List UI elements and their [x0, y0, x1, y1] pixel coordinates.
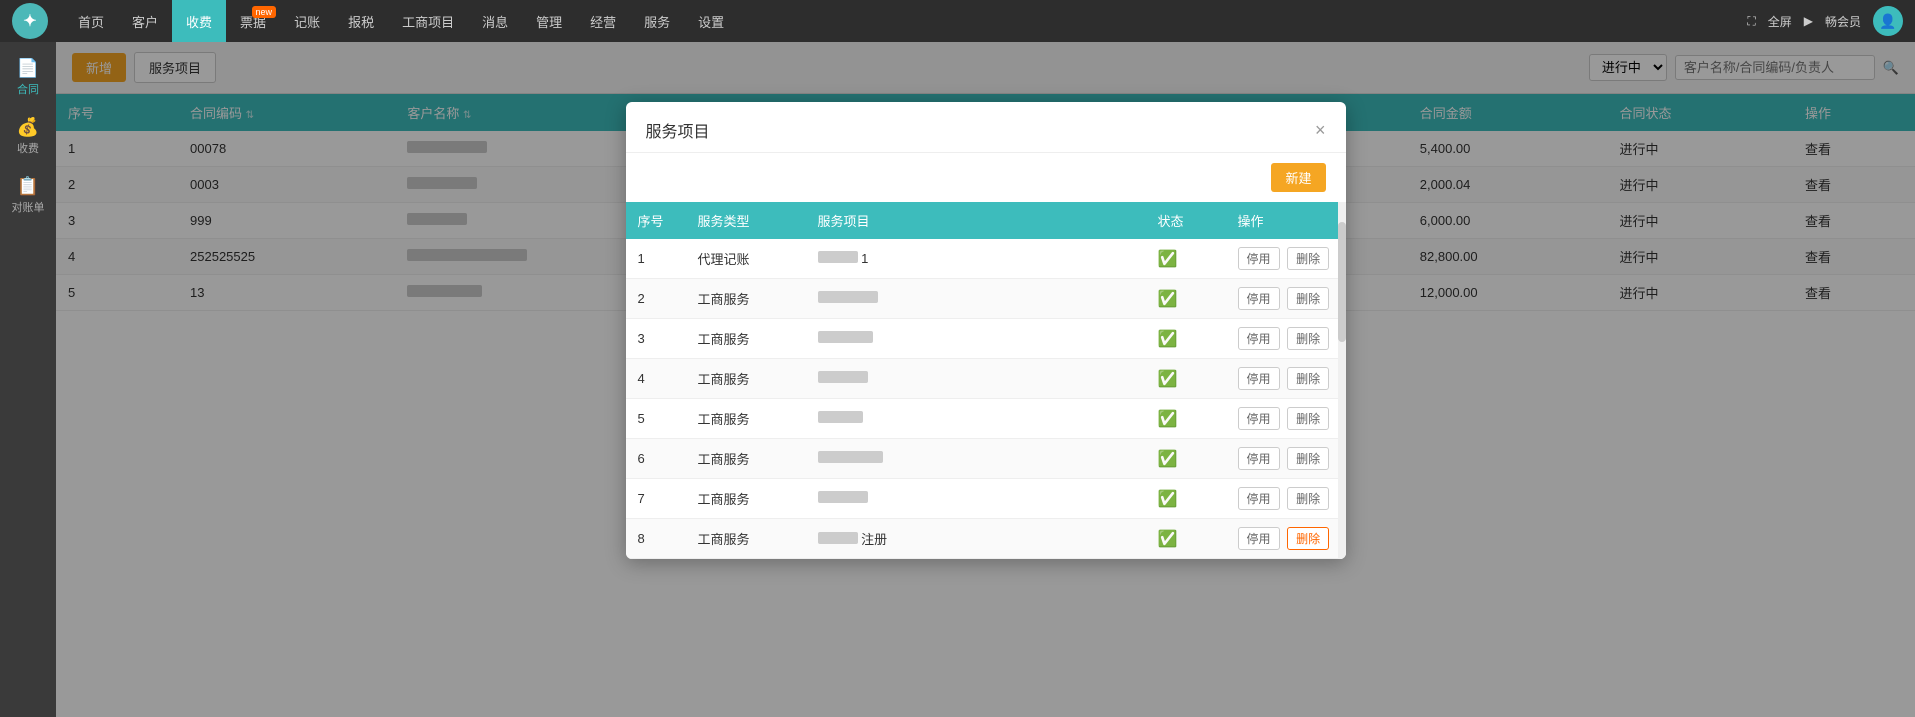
- status-check-icon: ✅: [1158, 291, 1178, 308]
- stop-button[interactable]: 停用: [1238, 527, 1280, 550]
- stop-button[interactable]: 停用: [1238, 287, 1280, 310]
- statement-icon: 📋: [17, 176, 39, 197]
- sidebar: 📄 合同 💰 收费 📋 对账单: [0, 42, 56, 717]
- delete-button[interactable]: 删除: [1287, 327, 1329, 350]
- nav-customer[interactable]: 客户: [118, 0, 172, 42]
- service-table: 序号 服务类型 服务项目 状态 操作 1 代理记账 1: [626, 202, 1346, 559]
- nav-message[interactable]: 消息: [468, 0, 522, 42]
- status-check-icon: ✅: [1158, 331, 1178, 348]
- delete-button[interactable]: 删除: [1287, 287, 1329, 310]
- service-row: 3 工商服务 ✅ 停用 删除: [626, 319, 1346, 359]
- contract-icon: 📄: [17, 58, 39, 79]
- sidebar-item-fee-label: 收费: [17, 140, 39, 156]
- top-nav-right: ⛶ 全屏 ▶ 畅会员 👤: [1747, 6, 1903, 36]
- service-row: 4 工商服务 ✅ 停用 删除: [626, 359, 1346, 399]
- service-row: 7 工商服务 ✅ 停用 删除: [626, 479, 1346, 519]
- service-row: 8 工商服务 注册 ✅ 停用 删除: [626, 519, 1346, 559]
- status-check-icon: ✅: [1158, 371, 1178, 388]
- delete-button[interactable]: 删除: [1287, 527, 1329, 550]
- nav-business[interactable]: 工商项目: [388, 0, 468, 42]
- member-icon[interactable]: ▶: [1804, 14, 1813, 28]
- modal-overlay: 服务项目 × 新建 序号 服务类型 服务项目 状态: [56, 42, 1915, 717]
- service-row: 5 工商服务 ✅ 停用 删除: [626, 399, 1346, 439]
- main-layout: 📄 合同 💰 收费 📋 对账单 新增 服务项目 进行中 已结束 全部: [0, 42, 1915, 717]
- delete-button[interactable]: 删除: [1287, 247, 1329, 270]
- fullscreen-icon[interactable]: ⛶: [1747, 14, 1755, 29]
- service-row: 2 工商服务 ✅ 停用 删除: [626, 279, 1346, 319]
- modal-title: 服务项目: [646, 118, 710, 142]
- modal-header: 服务项目 ×: [626, 102, 1346, 153]
- nav-fee[interactable]: 收费: [172, 0, 226, 42]
- app-logo: ✦: [12, 3, 48, 39]
- col-seq: 序号: [626, 202, 686, 239]
- service-modal: 服务项目 × 新建 序号 服务类型 服务项目 状态: [626, 102, 1346, 559]
- content-area: 新增 服务项目 进行中 已结束 全部 🔍 序号: [56, 42, 1915, 717]
- status-check-icon: ✅: [1158, 491, 1178, 508]
- sidebar-item-statement-label: 对账单: [12, 199, 45, 215]
- nav-invoice[interactable]: 票据 new: [226, 0, 280, 42]
- modal-close-button[interactable]: ×: [1315, 120, 1326, 141]
- stop-button[interactable]: 停用: [1238, 247, 1280, 270]
- modal-new-button[interactable]: 新建: [1271, 163, 1325, 192]
- fullscreen-label: 全屏: [1768, 13, 1792, 30]
- delete-button[interactable]: 删除: [1287, 447, 1329, 470]
- nav-home[interactable]: 首页: [64, 0, 118, 42]
- scrollbar-track: [1338, 202, 1346, 559]
- stop-button[interactable]: 停用: [1238, 367, 1280, 390]
- nav-tax[interactable]: 报税: [334, 0, 388, 42]
- stop-button[interactable]: 停用: [1238, 327, 1280, 350]
- new-badge: new: [252, 6, 277, 18]
- nav-manage[interactable]: 管理: [522, 0, 576, 42]
- status-check-icon: ✅: [1158, 531, 1178, 548]
- col-status: 状态: [1146, 202, 1226, 239]
- nav-service[interactable]: 服务: [630, 0, 684, 42]
- sidebar-item-contract[interactable]: 📄 合同: [2, 50, 54, 105]
- service-row: 6 工商服务 ✅ 停用 删除: [626, 439, 1346, 479]
- sidebar-item-contract-label: 合同: [17, 81, 39, 97]
- service-table-body: 1 代理记账 1 ✅ 停用 删除 2: [626, 239, 1346, 559]
- delete-button[interactable]: 删除: [1287, 367, 1329, 390]
- service-row: 1 代理记账 1 ✅ 停用 删除: [626, 239, 1346, 279]
- stop-button[interactable]: 停用: [1238, 447, 1280, 470]
- top-navigation: ✦ 首页 客户 收费 票据 new 记账 报税 工商项目 消息 管理 经营 服务…: [0, 0, 1915, 42]
- modal-body: 序号 服务类型 服务项目 状态 操作 1 代理记账 1: [626, 202, 1346, 559]
- delete-button[interactable]: 删除: [1287, 487, 1329, 510]
- modal-toolbar: 新建: [626, 153, 1346, 202]
- status-check-icon: ✅: [1158, 451, 1178, 468]
- nav-settings[interactable]: 设置: [684, 0, 738, 42]
- avatar[interactable]: 👤: [1873, 6, 1903, 36]
- member-label: 畅会员: [1825, 13, 1861, 30]
- col-item: 服务项目: [806, 202, 1146, 239]
- sidebar-item-fee[interactable]: 💰 收费: [2, 109, 54, 164]
- col-type: 服务类型: [686, 202, 806, 239]
- fee-icon: 💰: [17, 117, 39, 138]
- col-action: 操作: [1226, 202, 1346, 239]
- status-check-icon: ✅: [1158, 411, 1178, 428]
- nav-operation[interactable]: 经营: [576, 0, 630, 42]
- service-table-header: 序号 服务类型 服务项目 状态 操作: [626, 202, 1346, 239]
- nav-bookkeeping[interactable]: 记账: [280, 0, 334, 42]
- delete-button[interactable]: 删除: [1287, 407, 1329, 430]
- scrollbar-thumb[interactable]: [1338, 222, 1346, 342]
- stop-button[interactable]: 停用: [1238, 487, 1280, 510]
- stop-button[interactable]: 停用: [1238, 407, 1280, 430]
- status-check-icon: ✅: [1158, 251, 1178, 268]
- sidebar-item-statement[interactable]: 📋 对账单: [2, 168, 54, 223]
